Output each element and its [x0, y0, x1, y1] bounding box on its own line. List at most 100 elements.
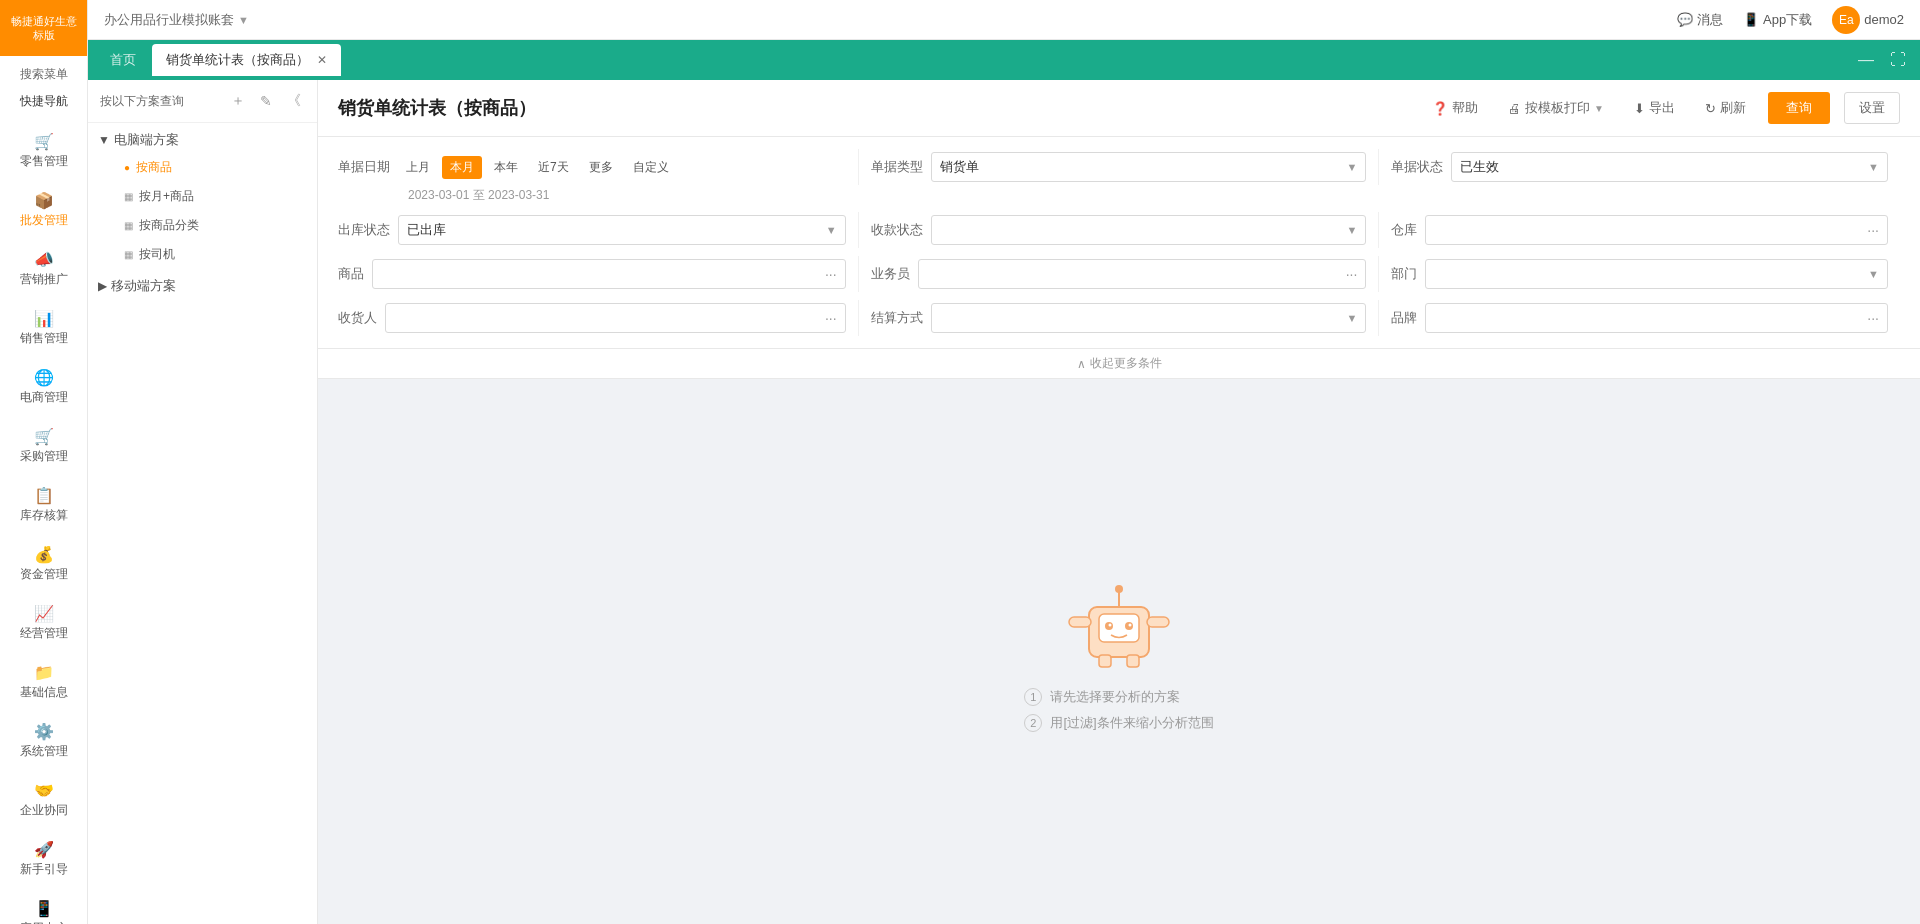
- tree-section-pc-label: 电脑端方案: [114, 131, 179, 149]
- svg-rect-10: [1069, 617, 1091, 627]
- tab-close-icon[interactable]: ✕: [317, 54, 327, 66]
- receipt-status-chevron-icon: ▼: [1346, 224, 1357, 236]
- date-btn-last-month[interactable]: 上月: [398, 156, 438, 179]
- filter-cell-settlement: 结算方式 ▼: [859, 300, 1380, 336]
- receipt-status-select[interactable]: ▼: [931, 215, 1367, 245]
- date-btn-this-month[interactable]: 本月: [442, 156, 482, 179]
- collapse-btn[interactable]: ∧ 收起更多条件: [1077, 355, 1162, 372]
- consignee-dots-icon[interactable]: ···: [825, 310, 837, 326]
- sidebar-logo[interactable]: 畅捷通好生意 标版: [0, 0, 88, 56]
- tab-sales-stat[interactable]: 销货单统计表（按商品） ✕: [152, 44, 341, 76]
- filter-cell-warehouse: 仓库 ···: [1379, 212, 1900, 248]
- doc-type-select[interactable]: 销货单 ▼: [931, 152, 1367, 182]
- salesperson-label: 业务员: [871, 265, 918, 283]
- sidebar-item-basic[interactable]: 📁 基础信息: [0, 652, 87, 711]
- brand-input[interactable]: ···: [1425, 303, 1888, 333]
- right-content: 销货单统计表（按商品） ❓ 帮助 🖨 按模板打印 ▼ ⬇: [318, 80, 1920, 924]
- breadcrumb: 办公用品行业模拟账套 ▼: [104, 11, 249, 29]
- product-field[interactable]: [381, 267, 817, 282]
- date-btn-last-7[interactable]: 近7天: [530, 156, 577, 179]
- sidebar-item-wholesale-label: 批发管理: [20, 212, 68, 229]
- consignee-field[interactable]: [394, 311, 817, 326]
- warehouse-field[interactable]: [1434, 223, 1859, 238]
- edit-scheme-btn[interactable]: ✎: [255, 90, 277, 112]
- tree-child-by-category[interactable]: ▦ 按商品分类: [88, 211, 317, 240]
- svg-point-4: [1109, 623, 1112, 626]
- sidebar-item-finance[interactable]: 💰 资金管理: [0, 534, 87, 593]
- sidebar-item-purchase[interactable]: 🛒 采购管理: [0, 416, 87, 475]
- salesperson-input[interactable]: ···: [918, 259, 1367, 289]
- sidebar-item-app-center[interactable]: 📱 应用中心: [0, 888, 87, 924]
- sidebar-item-system[interactable]: ⚙️ 系统管理: [0, 711, 87, 770]
- date-label: 单据日期: [338, 158, 398, 176]
- user-profile-btn[interactable]: Ea demo2: [1832, 6, 1904, 34]
- brand-dots-icon[interactable]: ···: [1867, 310, 1879, 326]
- tree-child-icon-2: ▦: [124, 220, 133, 231]
- collapse-row[interactable]: ∧ 收起更多条件: [318, 349, 1920, 379]
- sidebar-item-purchase-label: 采购管理: [20, 448, 68, 465]
- sidebar-item-marketing[interactable]: 📣 营销推广: [0, 239, 87, 298]
- tab-minimize-btn[interactable]: —: [1852, 46, 1880, 74]
- filter-row-2: 出库状态 已出库 ▼ 收款状态 ▼ 仓库: [338, 212, 1900, 248]
- filter-row-3: 商品 ··· 业务员 ··· 部门: [338, 256, 1900, 292]
- sidebar-item-operation[interactable]: 📈 经营管理: [0, 593, 87, 652]
- sidebar-item-ecommerce[interactable]: 🌐 电商管理: [0, 357, 87, 416]
- department-select[interactable]: ▼: [1425, 259, 1888, 289]
- help-btn[interactable]: ❓ 帮助: [1424, 95, 1486, 121]
- product-input[interactable]: ···: [372, 259, 846, 289]
- consignee-label: 收货人: [338, 309, 385, 327]
- main-area: 办公用品行业模拟账套 ▼ 💬 消息 📱 App下载 Ea demo2 首页 销货…: [88, 0, 1920, 924]
- sidebar-item-sales[interactable]: 📊 销售管理: [0, 298, 87, 357]
- warehouse-dots-icon[interactable]: ···: [1867, 222, 1879, 238]
- settlement-select[interactable]: ▼: [931, 303, 1367, 333]
- date-btn-this-year[interactable]: 本年: [486, 156, 526, 179]
- tab-home[interactable]: 首页: [96, 44, 150, 76]
- settings-btn[interactable]: 设置: [1844, 92, 1900, 124]
- salesperson-field[interactable]: [927, 267, 1338, 282]
- add-scheme-btn[interactable]: ＋: [227, 90, 249, 112]
- date-btn-custom[interactable]: 自定义: [625, 156, 677, 179]
- sidebar-item-marketing-label: 营销推广: [20, 271, 68, 288]
- consignee-input[interactable]: ···: [385, 303, 846, 333]
- message-icon: 💬: [1677, 12, 1693, 27]
- tree-child-by-product[interactable]: ● 按商品: [88, 153, 317, 182]
- app-download-btn[interactable]: 📱 App下载: [1743, 11, 1812, 29]
- print-btn[interactable]: 🖨 按模板打印 ▼: [1500, 95, 1612, 121]
- message-btn[interactable]: 💬 消息: [1677, 11, 1723, 29]
- tree-section-mobile[interactable]: ▶ 移动端方案: [88, 269, 317, 299]
- collapse-panel-btn[interactable]: 《: [283, 90, 305, 112]
- sidebar-search[interactable]: 搜索菜单: [0, 56, 87, 88]
- product-dots-icon[interactable]: ···: [825, 266, 837, 282]
- content-area: 按以下方案查询 ＋ ✎ 《 ▼ 电脑端方案 ● 按商品 ▦ 按月+商品 ▦ 按商…: [88, 80, 1920, 924]
- sidebar-item-sales-label: 销售管理: [20, 330, 68, 347]
- export-btn[interactable]: ⬇ 导出: [1626, 95, 1683, 121]
- query-btn[interactable]: 查询: [1768, 92, 1830, 124]
- tree-child-by-month-product[interactable]: ▦ 按月+商品: [88, 182, 317, 211]
- sidebar-item-ecommerce-label: 电商管理: [20, 389, 68, 406]
- sidebar-item-wholesale[interactable]: 📦 批发管理: [0, 180, 87, 239]
- warehouse-input[interactable]: ···: [1425, 215, 1888, 245]
- tab-maximize-btn[interactable]: ⛶: [1884, 46, 1912, 74]
- salesperson-dots-icon[interactable]: ···: [1346, 266, 1358, 282]
- refresh-btn[interactable]: ↻ 刷新: [1697, 95, 1754, 121]
- sidebar-quick-nav[interactable]: 快捷导航: [0, 88, 87, 115]
- tree-section-mobile-label: 移动端方案: [111, 277, 176, 295]
- sidebar-item-retail[interactable]: 🛒 零售管理: [0, 121, 87, 180]
- warehouse-label: 仓库: [1391, 221, 1425, 239]
- breadcrumb-text: 办公用品行业模拟账套: [104, 11, 234, 29]
- tree-section-pc[interactable]: ▼ 电脑端方案: [88, 123, 317, 153]
- tree-child-by-sku[interactable]: ▦ 按司机: [88, 240, 317, 269]
- sidebar-item-enterprise[interactable]: 🤝 企业协同: [0, 770, 87, 829]
- doc-status-select[interactable]: 已生效 ▼: [1451, 152, 1888, 182]
- sidebar-item-inventory[interactable]: 📋 库存核算: [0, 475, 87, 534]
- svg-point-7: [1115, 585, 1123, 593]
- tree-child-by-category-label: 按商品分类: [139, 217, 199, 234]
- doc-status-value: 已生效: [1460, 158, 1499, 176]
- brand-field[interactable]: [1434, 311, 1859, 326]
- filter-cell-consignee: 收货人 ···: [338, 300, 859, 336]
- date-btn-more[interactable]: 更多: [581, 156, 621, 179]
- out-status-select[interactable]: 已出库 ▼: [398, 215, 846, 245]
- sidebar-item-newbie[interactable]: 🚀 新手引导: [0, 829, 87, 888]
- empty-state: 1 请先选择要分析的方案 2 用[过滤]条件来缩小分析范围: [318, 379, 1920, 924]
- left-panel-header: 按以下方案查询 ＋ ✎ 《: [88, 80, 317, 123]
